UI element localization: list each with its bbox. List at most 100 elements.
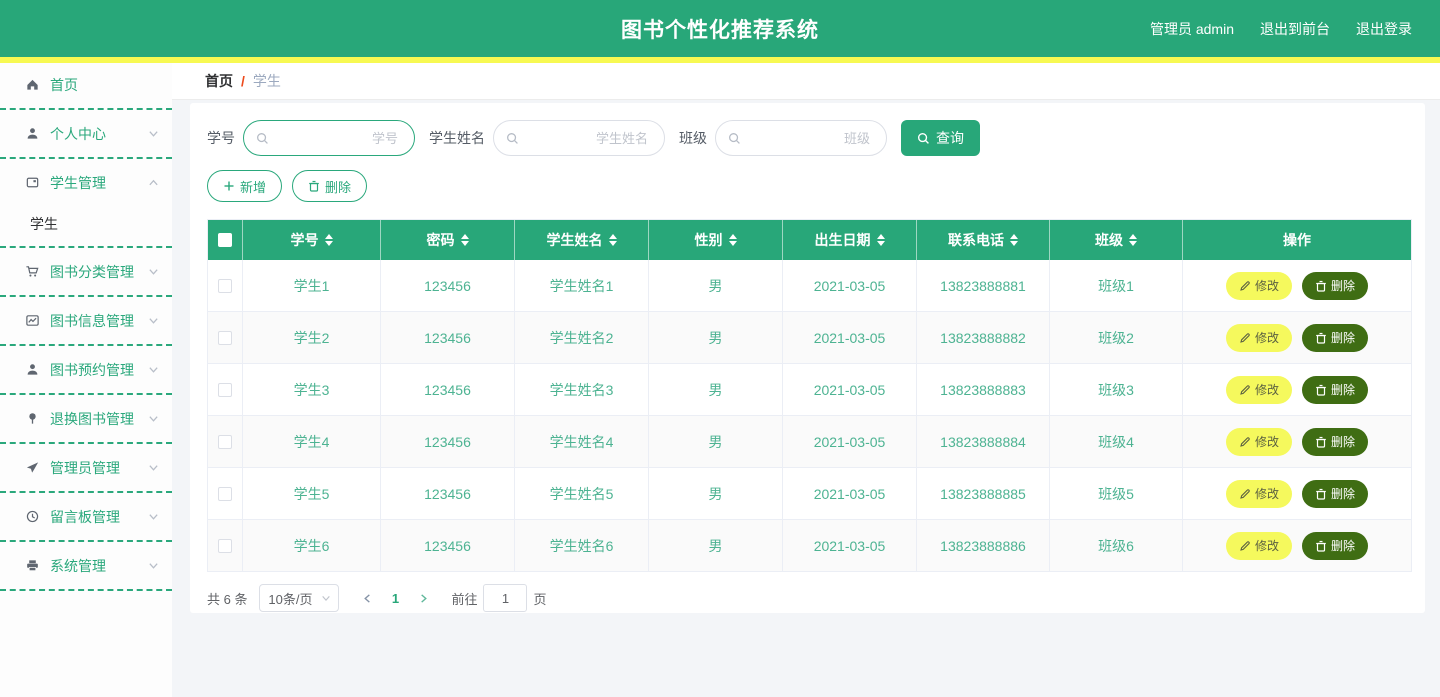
class-input-wrap [715, 120, 887, 156]
edit-button[interactable]: 修改 [1225, 271, 1292, 300]
query-button[interactable]: 查询 [901, 120, 980, 156]
row-checkbox[interactable] [218, 538, 232, 553]
cell-password: 123456 [381, 468, 515, 520]
sort-caret-icon[interactable] [324, 234, 333, 246]
trash-icon [1316, 384, 1326, 396]
prev-page-button[interactable] [353, 584, 381, 612]
table-row: 学生6 123456 学生姓名6 男 2021-03-05 1382388888… [208, 520, 1411, 572]
column-header[interactable]: 联系电话 [917, 220, 1050, 260]
edit-button[interactable]: 修改 [1225, 479, 1292, 508]
add-button[interactable]: 新增 [207, 170, 283, 202]
row-checkbox[interactable] [218, 486, 232, 501]
breadcrumb-home-link[interactable]: 首页 [205, 71, 233, 91]
pencil-icon [1240, 384, 1250, 395]
delete-row-button[interactable]: 删除 [1302, 375, 1369, 404]
cell-class: 班级1 [1050, 260, 1183, 312]
sidebar-item-label: 图书信息管理 [50, 312, 134, 329]
cell-phone: 13823888882 [917, 312, 1050, 364]
delete-row-button[interactable]: 删除 [1302, 323, 1369, 352]
select-all-checkbox[interactable] [218, 233, 232, 247]
sort-caret-icon[interactable] [876, 234, 885, 246]
column-header[interactable]: 密码 [381, 220, 515, 260]
cell-student-no: 学生6 [243, 520, 381, 572]
cell-student-no: 学生4 [243, 416, 381, 468]
student-name-input[interactable] [494, 121, 664, 155]
sidebar-item-book-category[interactable]: 图书分类管理 [0, 250, 172, 293]
batch-delete-button[interactable]: 删除 [292, 170, 368, 202]
sidebar-item-admin-mgmt[interactable]: 管理员管理 [0, 446, 172, 489]
sidebar-item-book-reservation[interactable]: 图书预约管理 [0, 348, 172, 391]
sidebar-item-label: 系统管理 [50, 557, 106, 574]
column-header[interactable]: 出生日期 [783, 220, 917, 260]
sidebar-item-book-info[interactable]: 图书信息管理 [0, 299, 172, 342]
delete-row-button[interactable]: 删除 [1302, 479, 1369, 508]
student-no-label: 学号 [207, 130, 235, 146]
delete-row-button[interactable]: 删除 [1302, 427, 1369, 456]
row-checkbox-cell [208, 468, 243, 520]
top-header: 图书个性化推荐系统 管理员 admin 退出到前台 退出登录 [0, 0, 1440, 57]
goto-page-input[interactable] [483, 584, 528, 612]
chevron-down-icon [148, 560, 159, 571]
cell-gender: 男 [649, 364, 783, 416]
search-icon [728, 132, 741, 145]
cell-class: 班级5 [1050, 468, 1183, 520]
admin-user-link[interactable]: 管理员 admin [1150, 19, 1234, 39]
sort-caret-icon[interactable] [728, 234, 737, 246]
sidebar-item-system-mgmt[interactable]: 系统管理 [0, 544, 172, 587]
breadcrumb-separator: / [241, 73, 245, 89]
picture-icon [24, 313, 40, 329]
cell-class: 班级2 [1050, 312, 1183, 364]
delete-row-button[interactable]: 删除 [1302, 531, 1369, 560]
pin-icon [24, 411, 40, 427]
sidebar-subitem-student[interactable]: 学生 [0, 204, 172, 244]
logout-link[interactable]: 退出登录 [1356, 19, 1412, 39]
column-header[interactable]: 学号 [243, 220, 381, 260]
cell-class: 班级3 [1050, 364, 1183, 416]
column-header[interactable]: 性别 [649, 220, 783, 260]
edit-button[interactable]: 修改 [1225, 427, 1292, 456]
edit-button[interactable]: 修改 [1225, 375, 1292, 404]
edit-button-label: 修改 [1254, 435, 1279, 449]
table-row: 学生3 123456 学生姓名3 男 2021-03-05 1382388888… [208, 364, 1411, 416]
page-number-current[interactable]: 1 [381, 584, 409, 612]
chevron-down-icon [148, 266, 159, 277]
cell-password: 123456 [381, 364, 515, 416]
cell-student-name: 学生姓名5 [515, 468, 649, 520]
row-checkbox[interactable] [218, 382, 232, 397]
edit-button-label: 修改 [1254, 331, 1279, 345]
table-row: 学生2 123456 学生姓名2 男 2021-03-05 1382388888… [208, 312, 1411, 364]
chevron-down-icon [148, 462, 159, 473]
student-no-input[interactable] [244, 121, 414, 155]
delete-row-button[interactable]: 删除 [1302, 271, 1369, 300]
column-header[interactable]: 学生姓名 [515, 220, 649, 260]
chevron-up-icon [148, 177, 159, 188]
sort-caret-icon[interactable] [1129, 234, 1137, 246]
column-header[interactable]: 班级 [1050, 220, 1183, 260]
cell-phone: 13823888881 [917, 260, 1050, 312]
sidebar-item-home[interactable]: 首页 [0, 63, 172, 106]
cell-class: 班级4 [1050, 416, 1183, 468]
goto-label: 前往 [451, 591, 478, 607]
sidebar-item-book-return[interactable]: 退换图书管理 [0, 397, 172, 440]
class-input[interactable] [716, 121, 886, 155]
edit-button[interactable]: 修改 [1225, 323, 1292, 352]
pencil-icon [1240, 540, 1250, 551]
row-checkbox[interactable] [218, 330, 232, 345]
next-page-button[interactable] [409, 584, 437, 612]
sort-caret-icon[interactable] [460, 234, 469, 246]
sidebar-item-message-board[interactable]: 留言板管理 [0, 495, 172, 538]
edit-button-label: 修改 [1254, 539, 1279, 553]
sidebar-item-student-mgmt[interactable]: 学生管理 [0, 161, 172, 204]
edit-button[interactable]: 修改 [1225, 531, 1292, 560]
cell-phone: 13823888885 [917, 468, 1050, 520]
row-checkbox[interactable] [218, 278, 232, 293]
sort-caret-icon[interactable] [1010, 234, 1018, 246]
table-header-row: 学号 密码 学生姓名 性别 出生日期 联系电话 班级 操作 [208, 220, 1411, 260]
row-checkbox[interactable] [218, 434, 232, 449]
page-size-select[interactable]: 10条/页 [259, 584, 340, 612]
breadcrumb: 首页 / 学生 [172, 63, 1440, 100]
sidebar-item-label: 图书预约管理 [50, 361, 134, 378]
sidebar-item-profile[interactable]: 个人中心 [0, 112, 172, 155]
exit-to-front-link[interactable]: 退出到前台 [1260, 19, 1330, 39]
sort-caret-icon[interactable] [608, 234, 617, 246]
